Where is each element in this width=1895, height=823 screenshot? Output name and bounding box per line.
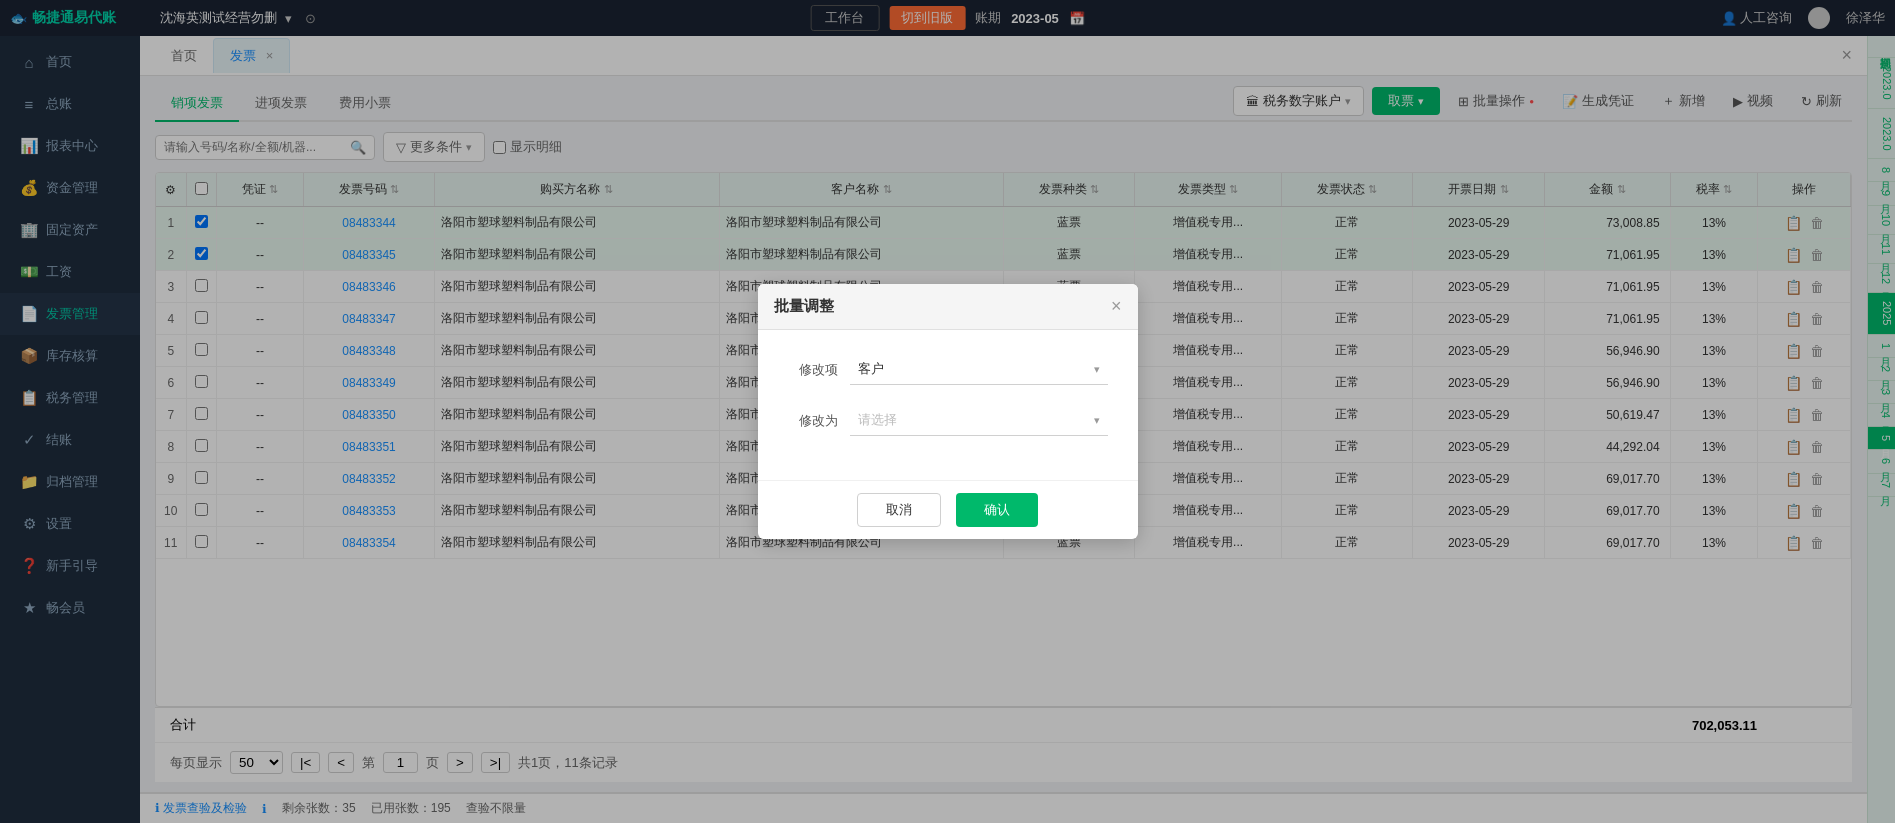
modify-to-row: 修改为 请选择 ▾ — [788, 405, 1108, 436]
modify-to-select[interactable]: 请选择 ▾ — [850, 405, 1108, 436]
modal-body: 修改项 客户 ▾ 修改为 请选择 ▾ — [758, 330, 1138, 480]
modal-close-btn[interactable]: × — [1111, 296, 1122, 317]
modal-header: 批量调整 × — [758, 284, 1138, 330]
modify-field-row: 修改项 客户 ▾ — [788, 354, 1108, 385]
modify-to-placeholder: 请选择 — [858, 411, 897, 429]
modal-overlay[interactable]: 批量调整 × 修改项 客户 ▾ 修改为 请选择 ▾ 取消 确认 — [0, 0, 1895, 823]
modal-title: 批量调整 — [774, 297, 834, 316]
modify-to-label: 修改为 — [788, 412, 838, 430]
modal-cancel-btn[interactable]: 取消 — [857, 493, 941, 527]
modify-field-select[interactable]: 客户 ▾ — [850, 354, 1108, 385]
batch-adjust-modal: 批量调整 × 修改项 客户 ▾ 修改为 请选择 ▾ 取消 确认 — [758, 284, 1138, 539]
modify-to-chevron: ▾ — [1094, 414, 1100, 427]
modal-footer: 取消 确认 — [758, 480, 1138, 539]
modify-field-chevron: ▾ — [1094, 363, 1100, 376]
modal-confirm-btn[interactable]: 确认 — [956, 493, 1038, 527]
modify-field-value: 客户 — [858, 360, 884, 378]
modify-field-label: 修改项 — [788, 361, 838, 379]
